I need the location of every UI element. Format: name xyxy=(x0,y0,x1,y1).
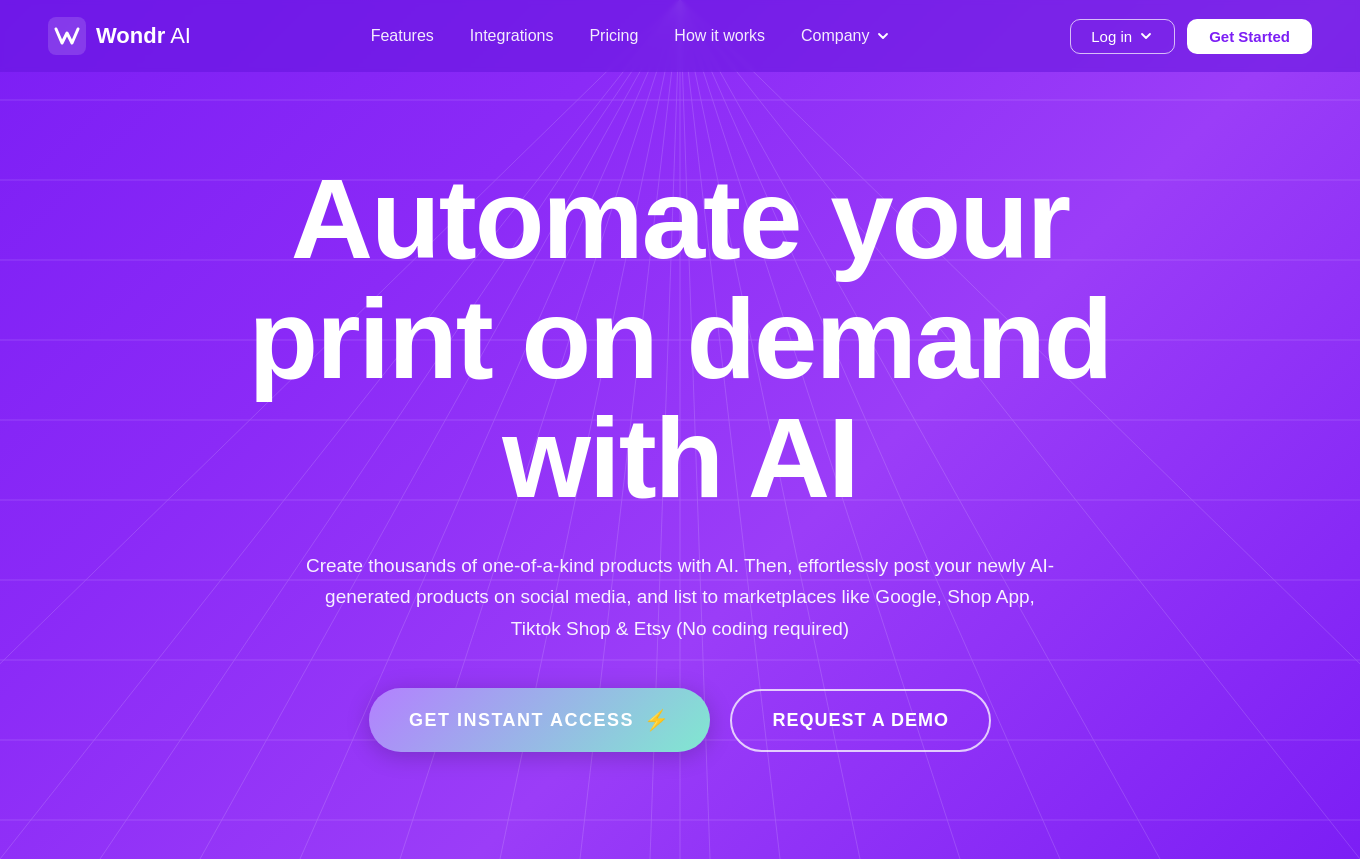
hero-subtitle: Create thousands of one-of-a-kind produc… xyxy=(300,550,1060,644)
login-button[interactable]: Log in xyxy=(1070,19,1175,54)
nav-link-integrations[interactable]: Integrations xyxy=(470,27,554,44)
logo-icon xyxy=(48,17,86,55)
nav-item-integrations[interactable]: Integrations xyxy=(470,27,554,45)
nav-item-pricing[interactable]: Pricing xyxy=(589,27,638,45)
chevron-down-icon xyxy=(875,28,891,44)
nav-item-company[interactable]: Company xyxy=(801,27,890,45)
nav-link-features[interactable]: Features xyxy=(371,27,434,44)
login-label: Log in xyxy=(1091,28,1132,45)
get-instant-access-label: GET INSTANT ACCESS xyxy=(409,710,634,731)
get-instant-access-button[interactable]: GET INSTANT ACCESS ⚡ xyxy=(369,688,711,752)
get-started-button[interactable]: Get Started xyxy=(1187,19,1312,54)
logo-text: Wondr AI xyxy=(96,23,191,49)
nav-item-how-it-works[interactable]: How it works xyxy=(674,27,765,45)
nav-link-company[interactable]: Company xyxy=(801,27,869,45)
lightning-icon: ⚡ xyxy=(644,708,671,732)
nav-actions: Log in Get Started xyxy=(1070,19,1312,54)
nav-company-dropdown[interactable]: Company xyxy=(801,27,890,45)
navbar: Wondr AI Features Integrations Pricing H… xyxy=(0,0,1360,72)
chevron-down-icon-login xyxy=(1138,28,1154,44)
logo[interactable]: Wondr AI xyxy=(48,17,191,55)
request-demo-label: REQUEST A DEMO xyxy=(772,710,949,730)
request-demo-button[interactable]: REQUEST A DEMO xyxy=(730,689,991,752)
hero-cta-buttons: GET INSTANT ACCESS ⚡ REQUEST A DEMO xyxy=(369,688,991,752)
nav-link-how-it-works[interactable]: How it works xyxy=(674,27,765,44)
hero-title: Automate your print on demand with AI xyxy=(249,159,1112,518)
hero-section: Automate your print on demand with AI Cr… xyxy=(0,72,1360,859)
nav-item-features[interactable]: Features xyxy=(371,27,434,45)
nav-link-pricing[interactable]: Pricing xyxy=(589,27,638,44)
nav-links: Features Integrations Pricing How it wor… xyxy=(371,27,891,45)
